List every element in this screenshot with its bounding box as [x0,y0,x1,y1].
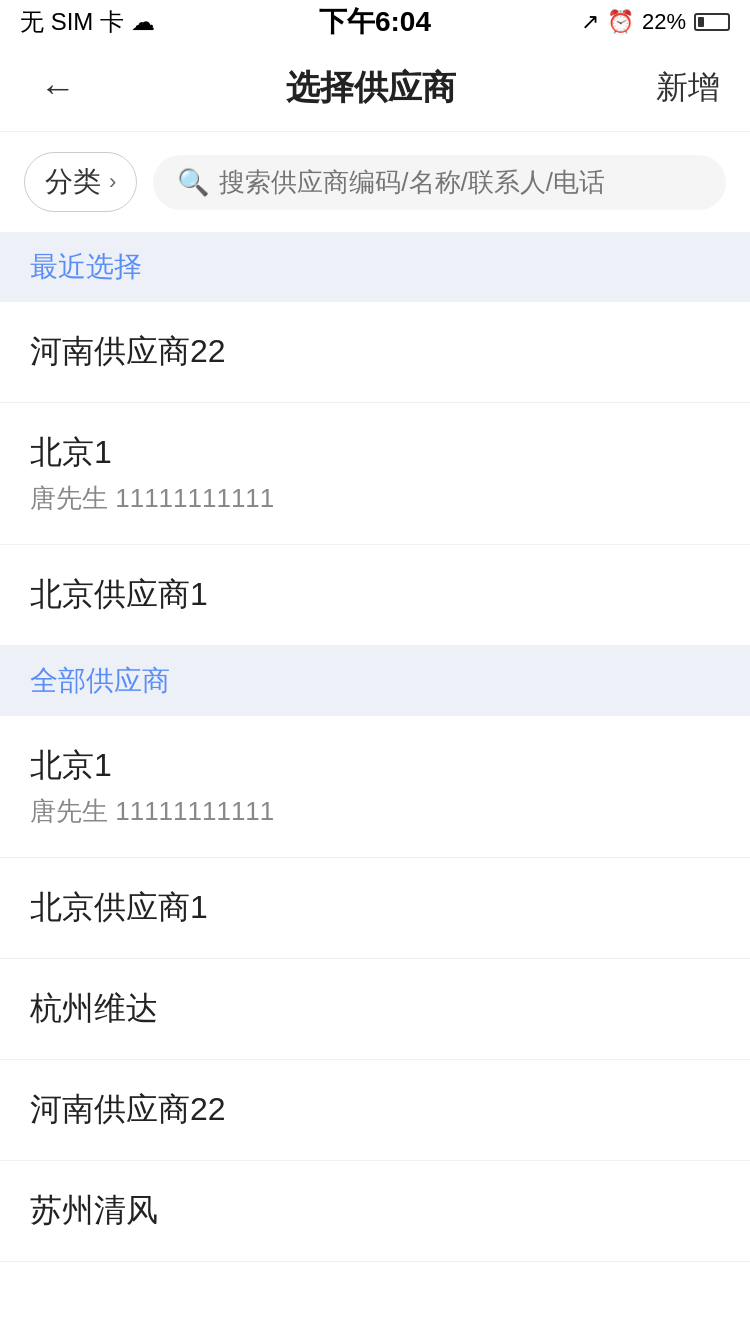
supplier-list: 最近选择河南供应商22 北京1 唐先生 11111111111 北京供应商1 全部供应商… [0,232,750,1262]
alarm-icon: ⏰ [607,9,634,35]
add-button[interactable]: 新增 [656,66,720,110]
list-item[interactable]: 北京供应商1 [0,858,750,959]
supplier-name: 北京1 [30,744,720,788]
nav-bar: ← 选择供应商 新增 [0,44,750,132]
list-item[interactable]: 北京供应商1 [0,545,750,646]
supplier-name: 苏州清风 [30,1189,720,1233]
search-input[interactable] [219,167,702,198]
search-bar: 分类 › 🔍 [0,132,750,232]
category-button[interactable]: 分类 › [24,152,137,212]
list-item[interactable]: 杭州维达 [0,959,750,1060]
list-item[interactable]: 河南供应商22 [0,302,750,403]
supplier-name: 杭州维达 [30,987,720,1031]
back-button[interactable]: ← [30,57,86,119]
section-header-text: 全部供应商 [30,665,170,696]
section-header-recent: 最近选择 [0,232,750,302]
status-left: 无 SIM 卡 ☁ [20,6,155,38]
category-label: 分类 [45,163,101,201]
location-icon: ↗ [581,9,599,35]
supplier-name: 北京1 [30,431,720,475]
category-arrow-icon: › [109,169,116,195]
list-item[interactable]: 苏州清风 [0,1161,750,1262]
battery-icon [694,13,730,31]
supplier-name: 北京供应商1 [30,573,720,617]
section-header-all: 全部供应商 [0,646,750,716]
supplier-contact: 唐先生 11111111111 [30,481,720,516]
page-title: 选择供应商 [286,65,456,111]
supplier-name: 河南供应商22 [30,1088,720,1132]
status-time: 下午6:04 [319,3,431,41]
search-input-wrapper[interactable]: 🔍 [153,155,726,210]
status-right: ↗ ⏰ 22% [581,9,730,35]
list-item[interactable]: 北京1 唐先生 11111111111 [0,403,750,545]
supplier-name: 北京供应商1 [30,886,720,930]
section-header-text: 最近选择 [30,251,142,282]
supplier-contact: 唐先生 11111111111 [30,794,720,829]
search-icon: 🔍 [177,167,209,198]
supplier-name: 河南供应商22 [30,330,720,374]
battery-percent: 22% [642,9,686,35]
list-item[interactable]: 北京1 唐先生 11111111111 [0,716,750,858]
list-item[interactable]: 河南供应商22 [0,1060,750,1161]
sim-status: 无 SIM 卡 ☁ [20,6,155,38]
status-bar: 无 SIM 卡 ☁ 下午6:04 ↗ ⏰ 22% [0,0,750,44]
